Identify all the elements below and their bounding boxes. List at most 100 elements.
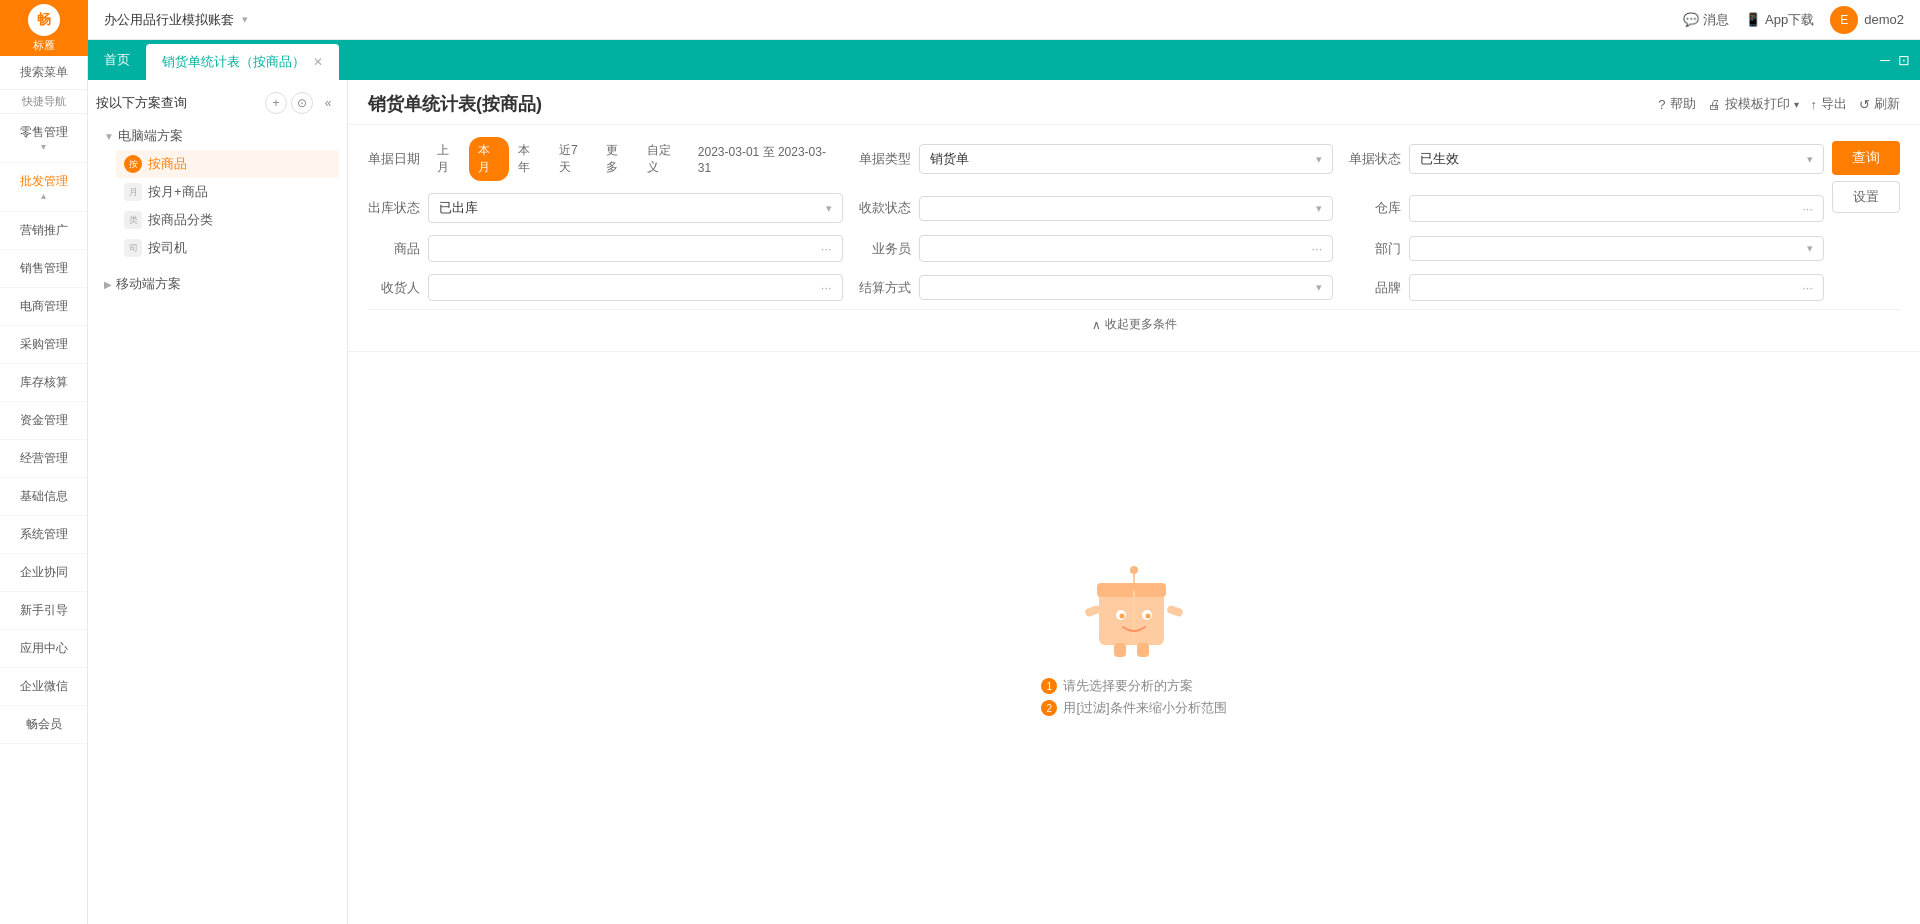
brand-more-icon[interactable]: ··· bbox=[1802, 280, 1813, 295]
tab-close-icon[interactable]: ✕ bbox=[313, 55, 323, 69]
tab-home[interactable]: 首页 bbox=[88, 40, 146, 80]
filter-payment-status: 收款状态 ▾ bbox=[859, 196, 1334, 221]
svg-rect-0 bbox=[1099, 590, 1164, 645]
sidebar-item-system[interactable]: 系统管理 bbox=[0, 516, 87, 554]
filter-product: 商品 ··· bbox=[368, 235, 843, 262]
doc-status-label: 单据状态 bbox=[1349, 150, 1409, 168]
desktop-section-header[interactable]: ▼ 电脑端方案 bbox=[96, 122, 339, 150]
help-icon: ? bbox=[1658, 97, 1665, 112]
sidebar-item-purchase[interactable]: 采购管理 bbox=[0, 326, 87, 364]
by-product-label: 按商品 bbox=[148, 155, 187, 173]
maximize-icon[interactable]: ⊡ bbox=[1898, 52, 1910, 68]
sidebar-item-marketing[interactable]: 营销推广 bbox=[0, 212, 87, 250]
filter-fields: 单据日期 上月 本月 本年 近7天 更多 自定义 bbox=[368, 137, 1824, 301]
add-scheme-btn[interactable]: + bbox=[265, 92, 287, 114]
sidebar-item-sales[interactable]: 销售管理 bbox=[0, 250, 87, 288]
sidebar-item-member[interactable]: 畅会员 bbox=[0, 706, 87, 744]
export-label: 导出 bbox=[1821, 95, 1847, 113]
main-area: 办公用品行业模拟账套 ▾ 💬 消息 📱 App下载 E demo2 首页 bbox=[88, 0, 1920, 924]
by-category-icon: 类 bbox=[124, 211, 142, 229]
search-label[interactable]: 搜索菜单 bbox=[20, 65, 68, 79]
refresh-btn[interactable]: ↺ 刷新 bbox=[1859, 95, 1900, 113]
right-panel: 销货单统计表(按商品) ? 帮助 🖨 按模板打印 ▾ ↑ 导出 bbox=[348, 80, 1920, 924]
doc-status-value: 已生效 bbox=[1420, 150, 1803, 168]
filter-row-2: 出库状态 已出库 ▾ 收款状态 ▾ bbox=[368, 193, 1824, 223]
date-label: 单据日期 bbox=[368, 150, 428, 168]
download-icon: 📱 bbox=[1745, 12, 1761, 27]
sidebar-item-inventory[interactable]: 库存核算 bbox=[0, 364, 87, 402]
product-control[interactable]: ··· bbox=[428, 235, 843, 262]
empty-hint-2: 2 用[过滤]条件来缩小分析范围 bbox=[1041, 699, 1226, 717]
mobile-section-header[interactable]: ▶ 移动端方案 bbox=[96, 270, 339, 298]
left-panel: 按以下方案查询 + ⊙ « ▼ 电脑端方案 按 按商品 bbox=[88, 80, 348, 924]
collapse-panel-btn[interactable]: « bbox=[317, 92, 339, 114]
tree-item-by-cashier[interactable]: 司 按司机 bbox=[116, 234, 339, 262]
empty-svg bbox=[1079, 555, 1189, 665]
workspace-dropdown-icon[interactable]: ▾ bbox=[242, 13, 248, 26]
brand-control[interactable]: ··· bbox=[1409, 274, 1824, 301]
salesperson-more-icon[interactable]: ··· bbox=[1311, 241, 1322, 256]
warehouse-label: 仓库 bbox=[1349, 199, 1409, 217]
warehouse-status-control[interactable]: 已出库 ▾ bbox=[428, 193, 843, 223]
doc-type-arrow-icon: ▾ bbox=[1316, 153, 1322, 166]
tree-item-by-product[interactable]: 按 按商品 bbox=[116, 150, 339, 178]
department-label: 部门 bbox=[1349, 240, 1409, 258]
sidebar-item-basic[interactable]: 基础信息 bbox=[0, 478, 87, 516]
tab-home-label: 首页 bbox=[104, 51, 130, 69]
app-download-label: App下载 bbox=[1765, 11, 1814, 29]
sidebar-item-retail[interactable]: 零售管理 ▾ bbox=[0, 114, 87, 163]
doc-status-control[interactable]: 已生效 ▾ bbox=[1409, 144, 1824, 174]
date-pill-7days[interactable]: 近7天 bbox=[550, 137, 597, 181]
by-category-label: 按商品分类 bbox=[148, 211, 213, 229]
sidebar-item-enterprise[interactable]: 企业协同 bbox=[0, 554, 87, 592]
warehouse-more-icon[interactable]: ··· bbox=[1802, 201, 1813, 216]
topbar: 办公用品行业模拟账套 ▾ 💬 消息 📱 App下载 E demo2 bbox=[88, 0, 1920, 40]
recipient-control[interactable]: ··· bbox=[428, 274, 843, 301]
message-btn[interactable]: 💬 消息 bbox=[1683, 11, 1729, 29]
sidebar-item-finance[interactable]: 资金管理 bbox=[0, 402, 87, 440]
sidebar-item-newbie[interactable]: 新手引导 bbox=[0, 592, 87, 630]
query-button[interactable]: 查询 bbox=[1832, 141, 1900, 175]
edit-scheme-btn[interactable]: ⊙ bbox=[291, 92, 313, 114]
recipient-more-icon[interactable]: ··· bbox=[821, 280, 832, 295]
payment-method-label: 结算方式 bbox=[859, 279, 919, 297]
payment-status-control[interactable]: ▾ bbox=[919, 196, 1334, 221]
date-pill-this-month[interactable]: 本月 bbox=[469, 137, 510, 181]
user-area[interactable]: E demo2 bbox=[1830, 6, 1904, 34]
product-more-icon[interactable]: ··· bbox=[821, 241, 832, 256]
date-pill-more[interactable]: 更多 bbox=[597, 137, 638, 181]
filter-recipient: 收货人 ··· bbox=[368, 274, 843, 301]
by-cashier-label: 按司机 bbox=[148, 239, 187, 257]
by-product-icon: 按 bbox=[124, 155, 142, 173]
sidebar-item-ecommerce[interactable]: 电商管理 bbox=[0, 288, 87, 326]
help-btn[interactable]: ? 帮助 bbox=[1658, 95, 1695, 113]
svg-rect-1 bbox=[1097, 583, 1166, 597]
date-pill-custom[interactable]: 自定义 bbox=[638, 137, 690, 181]
tab-report[interactable]: 销货单统计表（按商品） ✕ bbox=[146, 44, 339, 80]
sidebar-search-item[interactable]: 搜索菜单 bbox=[0, 56, 87, 90]
sidebar-item-apps[interactable]: 应用中心 bbox=[0, 630, 87, 668]
sidebar-item-wechat[interactable]: 企业微信 bbox=[0, 668, 87, 706]
tree-item-by-category[interactable]: 类 按商品分类 bbox=[116, 206, 339, 234]
settings-button[interactable]: 设置 bbox=[1832, 181, 1900, 213]
recipient-label: 收货人 bbox=[368, 279, 428, 297]
date-pill-last-month[interactable]: 上月 bbox=[428, 137, 469, 181]
collapse-filters-btn[interactable]: ∧ 收起更多条件 bbox=[368, 309, 1900, 339]
doc-type-control[interactable]: 销货单 ▾ bbox=[919, 144, 1334, 174]
date-pill-this-year[interactable]: 本年 bbox=[509, 137, 550, 181]
department-control[interactable]: ▾ bbox=[1409, 236, 1824, 261]
minimize-icon[interactable]: ─ bbox=[1880, 52, 1890, 68]
salesperson-control[interactable]: ··· bbox=[919, 235, 1334, 262]
help-label: 帮助 bbox=[1670, 95, 1696, 113]
sidebar-item-operations[interactable]: 经营管理 bbox=[0, 440, 87, 478]
warehouse-control[interactable]: ··· bbox=[1409, 195, 1824, 222]
export-btn[interactable]: ↑ 导出 bbox=[1811, 95, 1848, 113]
app-download-btn[interactable]: 📱 App下载 bbox=[1745, 11, 1814, 29]
payment-method-control[interactable]: ▾ bbox=[919, 275, 1334, 300]
print-btn[interactable]: 🖨 按模板打印 ▾ bbox=[1708, 95, 1799, 113]
tree-item-by-month-product[interactable]: 月 按月+商品 bbox=[116, 178, 339, 206]
empty-state: 1 请先选择要分析的方案 2 用[过滤]条件来缩小分析范围 bbox=[348, 352, 1920, 924]
filter-date: 单据日期 上月 本月 本年 近7天 更多 自定义 bbox=[368, 137, 843, 181]
window-controls: ─ ⊡ bbox=[1880, 52, 1920, 68]
sidebar-item-wholesale[interactable]: 批发管理 ▴ bbox=[0, 163, 87, 212]
